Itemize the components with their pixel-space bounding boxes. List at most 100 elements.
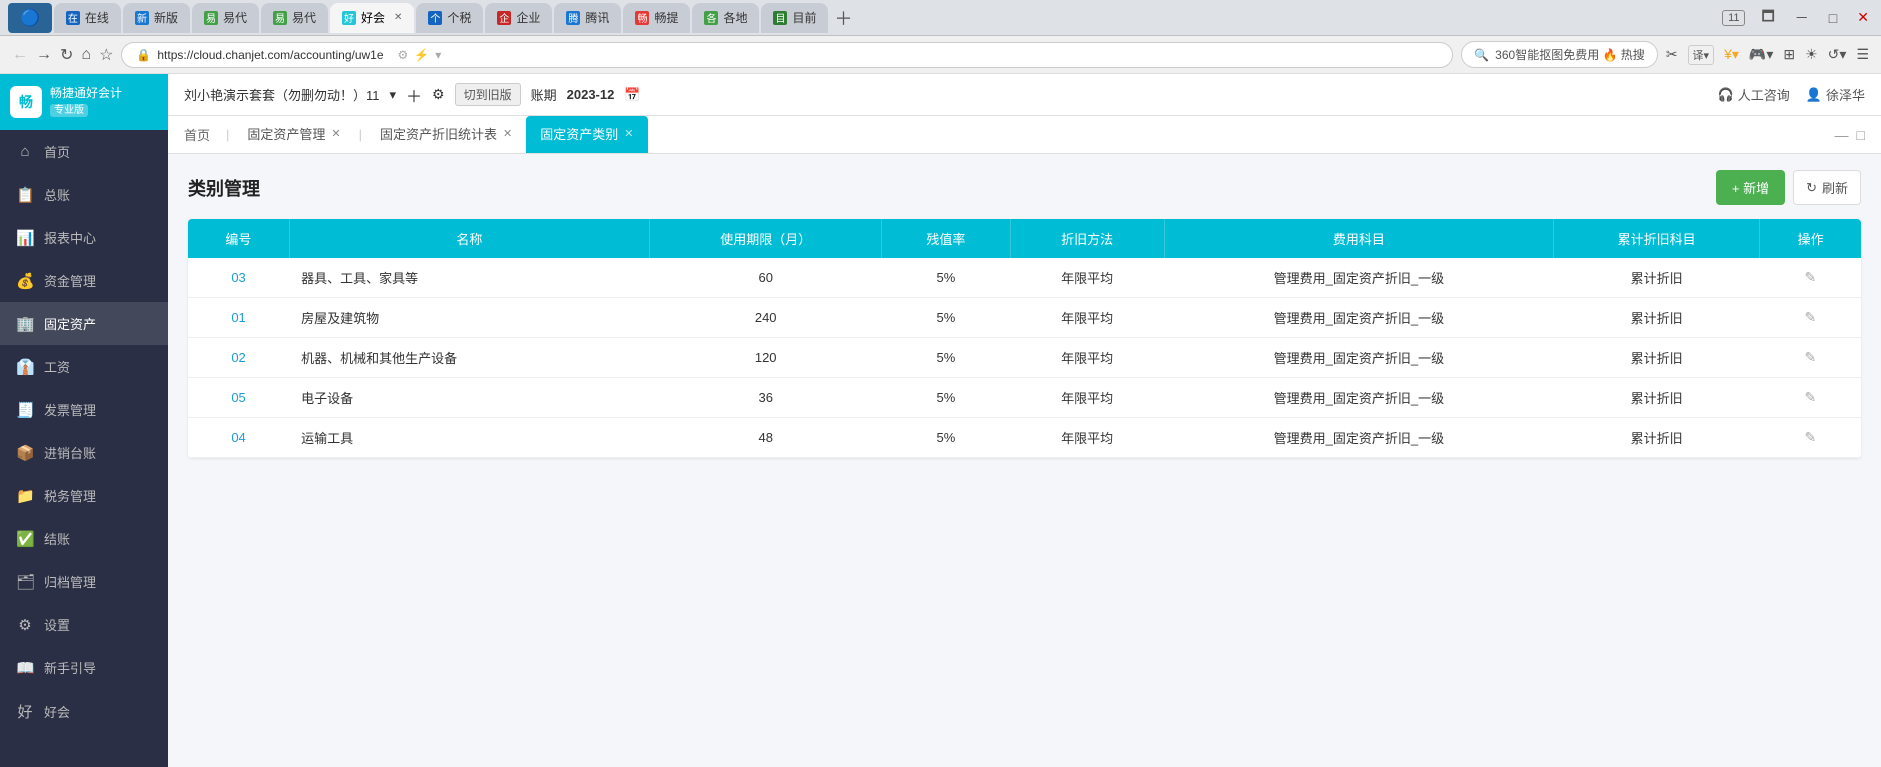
- cut-icon[interactable]: ✂: [1666, 46, 1678, 63]
- settings-account-icon[interactable]: ⚙: [432, 86, 445, 103]
- sidebar-item-ledger[interactable]: 📋 总账: [0, 173, 168, 216]
- undo-icon[interactable]: ↺▾: [1828, 46, 1847, 63]
- logo-text: 畅捷通好会计 专业版: [50, 86, 122, 117]
- brightness-icon[interactable]: ☀: [1805, 46, 1818, 63]
- sidebar-item-tax[interactable]: 📁 税务管理: [0, 474, 168, 517]
- back-button[interactable]: ←: [12, 46, 28, 64]
- bookmark-button[interactable]: ☆: [99, 45, 113, 65]
- url-input[interactable]: 🔒 https://cloud.chanjet.com/accounting/u…: [121, 42, 1453, 68]
- close-period-icon: ✅: [16, 530, 34, 548]
- cell-expense-1: 管理费用_固定资产折旧_一级: [1164, 298, 1553, 338]
- tab-depreciation-report[interactable]: 固定资产折旧统计表 ✕: [366, 116, 526, 153]
- new-tab-button[interactable]: ＋: [830, 5, 856, 31]
- browser-tab-2[interactable]: 易 易代: [192, 3, 259, 33]
- cell-action-0[interactable]: ✎: [1760, 258, 1861, 298]
- search-icon: 🔍: [1474, 48, 1489, 62]
- browser-tab-8[interactable]: 畅 畅提: [623, 3, 690, 33]
- browser-chrome: 🔵 在 在线 新 新版 易 易代 易 易代 好 好会 ✕ 个 个税 企 企业: [0, 0, 1881, 36]
- browser-tab-7[interactable]: 腾 腾讯: [554, 3, 621, 33]
- sidebar-item-invoices[interactable]: 🧾 发票管理: [0, 388, 168, 431]
- cell-residual-3: 5%: [882, 378, 1010, 418]
- refresh-button[interactable]: ↻ 刷新: [1793, 170, 1861, 205]
- browser-tab-3[interactable]: 易 易代: [261, 3, 328, 33]
- cell-action-3[interactable]: ✎: [1760, 378, 1861, 418]
- address-bar: ← → ↻ ⌂ ☆ 🔒 https://cloud.chanjet.com/ac…: [0, 36, 1881, 74]
- browser-tab-10[interactable]: 目 目前: [761, 3, 828, 33]
- close-button[interactable]: ✕: [1853, 9, 1873, 26]
- game-icon[interactable]: 🎮▾: [1749, 46, 1773, 63]
- inventory-icon: 📦: [16, 444, 34, 462]
- search-box[interactable]: 🔍 360智能抠图免费用 🔥 热搜: [1461, 41, 1658, 68]
- cell-action-4[interactable]: ✎: [1760, 418, 1861, 458]
- service-button[interactable]: 🎧 人工咨询: [1718, 85, 1790, 104]
- restore-button[interactable]: 🗖: [1757, 6, 1778, 30]
- yuan-icon[interactable]: ¥▾: [1724, 46, 1739, 63]
- calendar-icon[interactable]: 📅: [624, 87, 640, 103]
- edit-button-0[interactable]: ✎: [1805, 269, 1817, 285]
- edit-button-2[interactable]: ✎: [1805, 349, 1817, 365]
- cell-residual-1: 5%: [882, 298, 1010, 338]
- user-button[interactable]: 👤 徐泽华: [1806, 85, 1865, 104]
- browser-tab-1[interactable]: 新 新版: [123, 3, 190, 33]
- tab-close-depreciation[interactable]: ✕: [503, 127, 512, 140]
- maximize-button[interactable]: □: [1825, 10, 1841, 26]
- sidebar-item-fixed-assets[interactable]: 🏢 固定资产: [0, 302, 168, 345]
- tab-close-category[interactable]: ✕: [624, 127, 633, 140]
- period-value: 2023-12: [567, 87, 615, 102]
- cell-action-1[interactable]: ✎: [1760, 298, 1861, 338]
- cell-residual-2: 5%: [882, 338, 1010, 378]
- qr-icon[interactable]: ⚡: [414, 48, 429, 62]
- table-row: 02 机器、机械和其他生产设备 120 5% 年限平均 管理费用_固定资产折旧_…: [188, 338, 1861, 378]
- sidebar-item-settings[interactable]: ⚙ 设置: [0, 603, 168, 646]
- cell-name-3: 电子设备: [289, 378, 649, 418]
- cell-action-2[interactable]: ✎: [1760, 338, 1861, 378]
- sidebar-item-home[interactable]: ⌂ 首页: [0, 130, 168, 173]
- expand-icon[interactable]: □: [1857, 127, 1865, 143]
- browser-tab-logo[interactable]: 🔵: [8, 3, 52, 33]
- edit-button-4[interactable]: ✎: [1805, 429, 1817, 445]
- home-button[interactable]: ⌂: [81, 46, 91, 64]
- browser-tab-5[interactable]: 个 个税: [416, 3, 483, 33]
- haohui-icon: 好: [16, 701, 34, 722]
- tab-home[interactable]: 首页: [184, 117, 222, 152]
- grid-icon[interactable]: ⊞: [1783, 46, 1795, 63]
- site-info-icon[interactable]: ⚙: [398, 48, 409, 62]
- tab-fixed-assets-mgmt[interactable]: 固定资产管理 ✕: [233, 116, 354, 153]
- headset-icon: 🎧: [1718, 87, 1734, 103]
- sidebar-item-tutorial[interactable]: 📖 新手引导: [0, 646, 168, 689]
- translate-icon[interactable]: 译▾: [1688, 45, 1715, 65]
- browser-tab-6[interactable]: 企 企业: [485, 3, 552, 33]
- cell-accum-2: 累计折旧: [1554, 338, 1760, 378]
- tab-asset-category[interactable]: 固定资产类别 ✕: [526, 116, 647, 153]
- dropdown-arrow[interactable]: ▾: [390, 87, 397, 103]
- sidebar-item-haohui[interactable]: 好 好会: [0, 689, 168, 734]
- browser-tab-9[interactable]: 各 各地: [692, 3, 759, 33]
- switch-version-button[interactable]: 切到旧版: [455, 83, 521, 106]
- tab-close-fixed-assets[interactable]: ✕: [331, 127, 340, 140]
- browser-tab-0[interactable]: 在 在线: [54, 3, 121, 33]
- sidebar-item-payroll[interactable]: 👔 工资: [0, 345, 168, 388]
- add-account-icon[interactable]: ＋: [406, 83, 422, 107]
- cell-period-3: 36: [650, 378, 882, 418]
- add-category-button[interactable]: + 新增: [1716, 170, 1785, 205]
- edit-button-1[interactable]: ✎: [1805, 309, 1817, 325]
- app-container: 畅 畅捷通好会计 专业版 ⌂ 首页 📋 总账 📊 报表中心 💰 资金管理: [0, 74, 1881, 767]
- reload-button[interactable]: ↻: [60, 45, 73, 65]
- sidebar-item-funds[interactable]: 💰 资金管理: [0, 259, 168, 302]
- minimize-button[interactable]: －: [1791, 8, 1813, 28]
- menu-icon[interactable]: ☰: [1856, 46, 1869, 63]
- cell-id-4: 04: [188, 418, 289, 458]
- browser-tab-4[interactable]: 好 好会 ✕: [330, 3, 414, 33]
- forward-button[interactable]: →: [36, 46, 52, 64]
- sidebar-item-inventory[interactable]: 📦 进销台账: [0, 431, 168, 474]
- collapse-icon[interactable]: —: [1835, 127, 1849, 143]
- top-bar-right: 🎧 人工咨询 👤 徐泽华: [1718, 85, 1865, 104]
- edit-button-3[interactable]: ✎: [1805, 389, 1817, 405]
- sidebar-item-archive[interactable]: 🗂 归档管理: [0, 560, 168, 603]
- dropdown-icon[interactable]: ▾: [435, 48, 441, 62]
- sidebar-item-close[interactable]: ✅ 结账: [0, 517, 168, 560]
- cell-method-2: 年限平均: [1010, 338, 1164, 378]
- tab-close-4[interactable]: ✕: [394, 12, 402, 23]
- sidebar-item-reports[interactable]: 📊 报表中心: [0, 216, 168, 259]
- content-tabs: 首页 | 固定资产管理 ✕ | 固定资产折旧统计表 ✕ 固定资产类别 ✕ — □: [168, 116, 1881, 154]
